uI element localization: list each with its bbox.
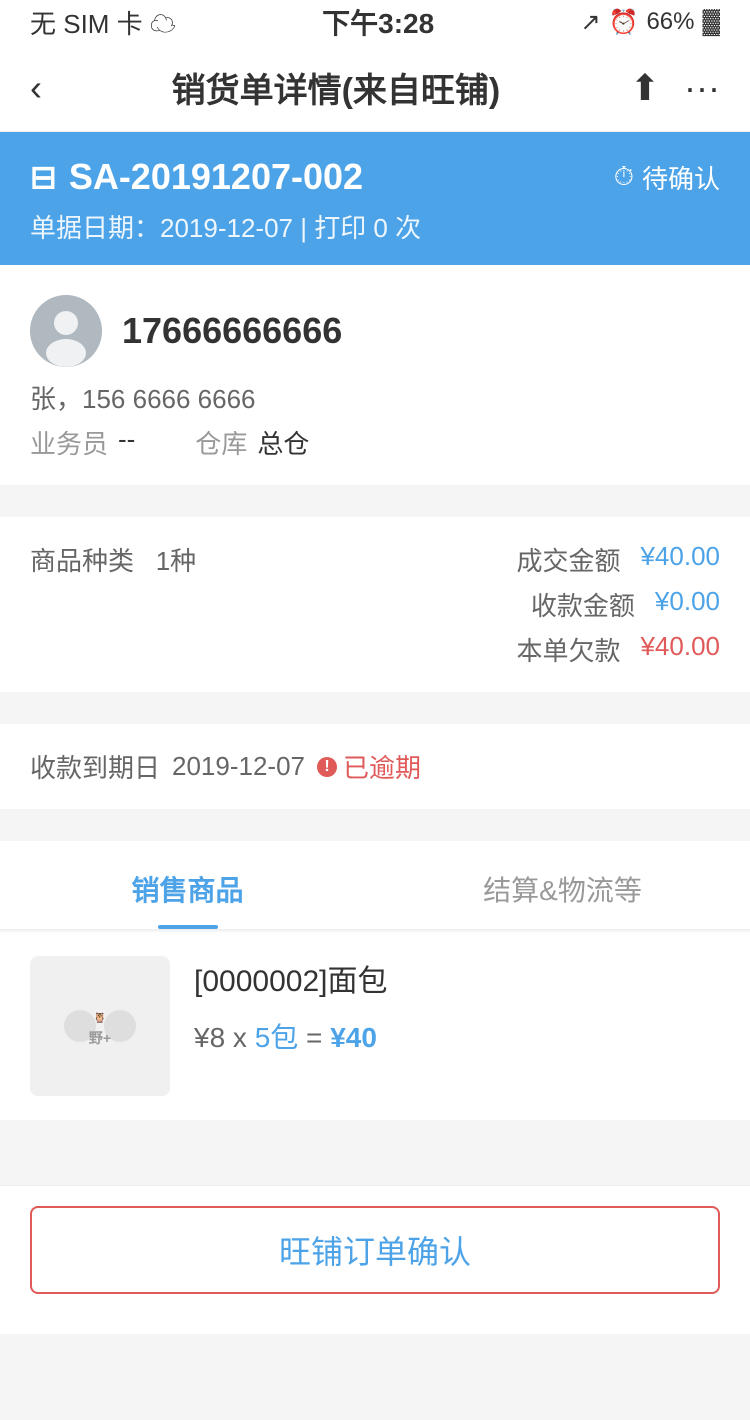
page-title: 销货单详情(来自旺铺) <box>172 63 501 112</box>
customer-sub: 张，156 6666 6666 <box>30 379 720 416</box>
avatar-icon <box>30 295 102 367</box>
status-clock-icon: ⏱ <box>614 161 634 193</box>
summary-left: 商品种类 1种 <box>30 541 196 578</box>
salesperson-item: 业务员 -- <box>30 424 135 461</box>
order-id: ⊟ SA-20191207-002 <box>30 156 363 198</box>
svg-text:野+: 野+ <box>89 1030 111 1046</box>
avatar <box>30 295 102 367</box>
order-id-text: SA-20191207-002 <box>69 156 363 198</box>
confirm-button[interactable]: 旺铺订单确认 <box>30 1206 720 1294</box>
tabs-section: 销售商品 结算&物流等 <box>0 841 750 930</box>
divider-1 <box>0 501 750 517</box>
amount-row-1: 收款金额 ¥0.00 <box>531 586 720 623</box>
amount-label-0: 成交金额 <box>516 541 620 578</box>
product-price: ¥8 x 5包 = ¥40 <box>194 1016 720 1056</box>
amount-value-1: ¥0.00 <box>655 586 720 623</box>
salesperson-value: -- <box>118 424 135 461</box>
product-name: [0000002]面包 <box>194 956 720 1000</box>
status-time: 下午3:28 <box>322 2 434 42</box>
summary-right: 成交金额 ¥40.00 收款金额 ¥0.00 本单欠款 ¥40.00 <box>516 541 720 668</box>
amount-label-1: 收款金额 <box>531 586 635 623</box>
tab-sales-label: 销售商品 <box>131 875 243 906</box>
warehouse-item: 仓库 总仓 <box>195 424 309 461</box>
due-date-value: 2019-12-07 <box>172 751 305 782</box>
more-button[interactable]: ··· <box>684 67 720 109</box>
status-left: 无 SIM 卡 ☁ <box>30 4 176 41</box>
status-bar: 无 SIM 卡 ☁ 下午3:28 ↗ ⏰ 66% ▓ <box>0 0 750 44</box>
status-right: ↗ ⏰ 66% ▓ <box>580 8 720 37</box>
summary-section: 商品种类 1种 成交金额 ¥40.00 收款金额 ¥0.00 本单欠款 ¥40.… <box>0 517 750 692</box>
product-thumbnail: 野+ 🦉 <box>30 956 170 1096</box>
battery-icon: ▓ <box>703 8 721 36</box>
status-text: 待确认 <box>642 159 720 196</box>
price-base: ¥8 x <box>194 1022 255 1053</box>
tab-settlement[interactable]: 结算&物流等 <box>375 841 750 929</box>
status-badge: ⏱ 待确认 <box>614 159 720 196</box>
amount-value-2: ¥40.00 <box>640 631 720 668</box>
product-type-value: 1种 <box>156 546 196 576</box>
product-logo-icon: 野+ 🦉 <box>50 991 150 1061</box>
overdue-badge: ! 已逾期 <box>317 748 421 785</box>
share-button[interactable]: ⬆ <box>630 67 660 109</box>
amount-value-0: ¥40.00 <box>640 541 720 578</box>
battery-level: 66% <box>646 8 694 36</box>
order-icon: ⊟ <box>30 158 57 196</box>
sim-status: 无 SIM 卡 ☁ <box>30 4 176 41</box>
amount-row-0: 成交金额 ¥40.00 <box>516 541 720 578</box>
warehouse-value: 总仓 <box>257 424 309 461</box>
price-total: ¥40 <box>330 1022 377 1053</box>
price-qty: 5包 <box>255 1022 299 1053</box>
warehouse-label: 仓库 <box>195 424 247 461</box>
divider-3 <box>0 825 750 841</box>
due-section: 收款到期日 2019-12-07 ! 已逾期 <box>0 724 750 809</box>
overdue-text: 已逾期 <box>343 748 421 785</box>
location-icon: ↗ <box>580 8 600 37</box>
product-type-row: 商品种类 1种 <box>30 541 196 578</box>
bottom-bar: 旺铺订单确认 <box>0 1185 750 1334</box>
product-section: 野+ 🦉 [0000002]面包 ¥8 x 5包 = ¥40 <box>0 932 750 1120</box>
product-info: [0000002]面包 ¥8 x 5包 = ¥40 <box>194 956 720 1056</box>
alarm-icon: ⏰ <box>609 8 639 37</box>
amount-label-2: 本单欠款 <box>516 631 620 668</box>
back-button[interactable]: ‹ <box>30 67 42 109</box>
svg-text:🦉: 🦉 <box>94 1012 106 1024</box>
nav-actions: ⬆ ··· <box>630 67 720 109</box>
nav-bar: ‹ 销货单详情(来自旺铺) ⬆ ··· <box>0 44 750 132</box>
amount-row-2: 本单欠款 ¥40.00 <box>516 631 720 668</box>
product-type-label: 商品种类 <box>30 546 134 576</box>
tab-settlement-label: 结算&物流等 <box>483 875 642 906</box>
due-date-label: 收款到期日 <box>30 748 160 785</box>
salesperson-label: 业务员 <box>30 424 108 461</box>
order-meta: 单据日期：2019-12-07 | 打印 0 次 <box>30 208 720 245</box>
divider-2 <box>0 708 750 724</box>
tab-sales[interactable]: 销售商品 <box>0 841 375 929</box>
overdue-icon: ! <box>317 757 337 777</box>
price-equals: = <box>298 1022 330 1053</box>
customer-row: 17666666666 <box>30 295 720 367</box>
header-card-top: ⊟ SA-20191207-002 ⏱ 待确认 <box>30 156 720 198</box>
header-card: ⊟ SA-20191207-002 ⏱ 待确认 单据日期：2019-12-07 … <box>0 132 750 265</box>
customer-details: 业务员 -- 仓库 总仓 <box>30 424 720 461</box>
customer-phone: 17666666666 <box>122 310 342 352</box>
customer-section: 17666666666 张，156 6666 6666 业务员 -- 仓库 总仓 <box>0 265 750 485</box>
